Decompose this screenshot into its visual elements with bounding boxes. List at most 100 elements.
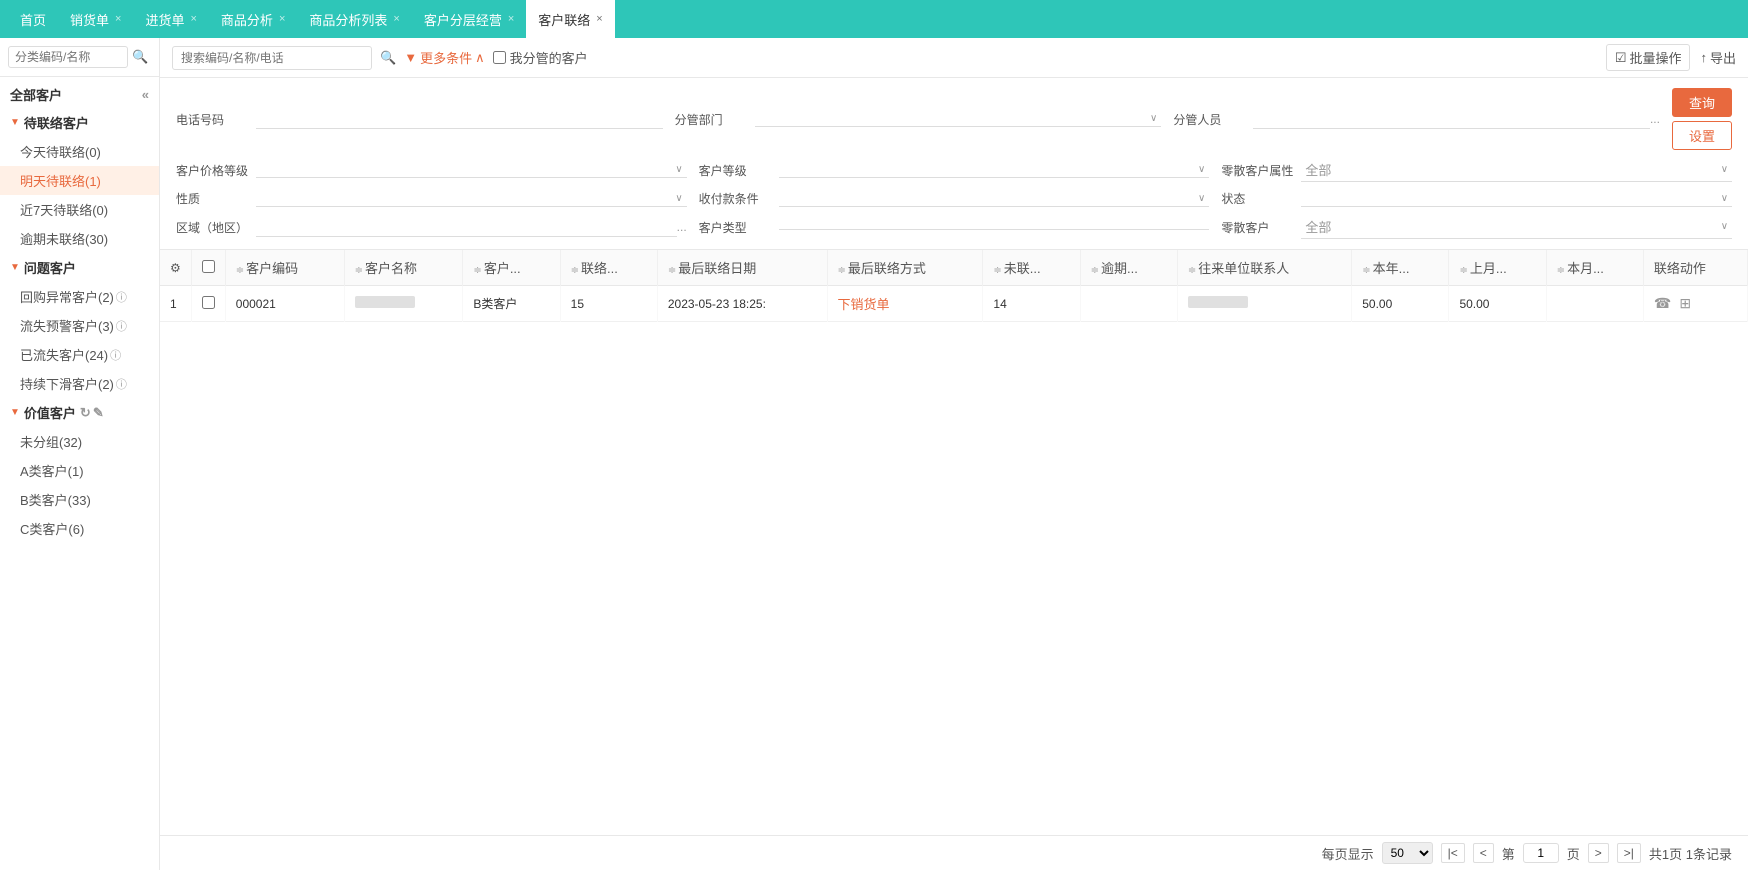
all-customers-section: 全部客户 « bbox=[0, 77, 159, 108]
cell-overdue bbox=[1080, 286, 1177, 322]
pending-today[interactable]: 今天待联络(0) bbox=[0, 137, 159, 166]
row-checkbox[interactable] bbox=[202, 296, 215, 309]
cell-last-contact-date: 2023-05-23 18:25: bbox=[657, 286, 827, 322]
grid-action-icon[interactable]: ⊞ bbox=[1679, 295, 1691, 312]
next-page-btn[interactable]: > bbox=[1588, 843, 1609, 863]
per-page-select[interactable]: 50 100 bbox=[1382, 842, 1433, 864]
contact-method-link[interactable]: 下销货单 bbox=[838, 297, 890, 312]
problem-lost[interactable]: 已流失客户(24) ⓘ bbox=[0, 340, 159, 369]
value-c-class[interactable]: C类客户(6) bbox=[0, 514, 159, 543]
nav-sales[interactable]: 销货单 × bbox=[58, 0, 133, 38]
select-all-checkbox[interactable] bbox=[202, 260, 215, 273]
col-checkbox[interactable] bbox=[191, 250, 225, 286]
pending-7days[interactable]: 近7天待联络(0) bbox=[0, 195, 159, 224]
prev-page-btn[interactable]: < bbox=[1473, 843, 1494, 863]
nav-customer-contact[interactable]: 客户联络 × bbox=[526, 0, 614, 38]
nav-purchase[interactable]: 进货单 × bbox=[133, 0, 208, 38]
value-a-class[interactable]: A类客户(1) bbox=[0, 456, 159, 485]
last-page-btn[interactable]: >| bbox=[1617, 843, 1641, 863]
toolbar-search-input[interactable] bbox=[172, 46, 372, 70]
export-btn[interactable]: ↑ 导出 bbox=[1700, 48, 1736, 67]
value-triangle-icon: ▼ bbox=[10, 407, 20, 418]
customer-type-select[interactable] bbox=[779, 225, 1210, 230]
batch-ops-btn[interactable]: ☑ 批量操作 bbox=[1606, 44, 1691, 71]
close-contact-icon[interactable]: × bbox=[596, 13, 602, 25]
customer-grade-select[interactable]: ∨ bbox=[779, 162, 1210, 178]
query-btn[interactable]: 查询 bbox=[1672, 88, 1732, 117]
gender-chevron: ∨ bbox=[675, 193, 682, 204]
cell-this-month bbox=[1546, 286, 1643, 322]
dept-select[interactable]: ∨ bbox=[755, 111, 1162, 127]
nav-product-analysis-list[interactable]: 商品分析列表 × bbox=[297, 0, 411, 38]
pending-tomorrow[interactable]: 明天待联络(1) bbox=[0, 166, 159, 195]
value-refresh-icon[interactable]: ↻ bbox=[80, 405, 91, 421]
area-label: 区域（地区） bbox=[176, 219, 256, 236]
col-this-year: ≑本年... bbox=[1352, 250, 1449, 286]
col-overdue: ≑逾期... bbox=[1080, 250, 1177, 286]
problem-warning[interactable]: 流失预警客户(3) ⓘ bbox=[0, 311, 159, 340]
my-customers-checkbox[interactable] bbox=[493, 51, 506, 64]
nav-customer-segment[interactable]: 客户分层经营 × bbox=[412, 0, 526, 38]
retail-customer-select[interactable]: 全部 ∨ bbox=[1301, 215, 1732, 239]
cell-contact-person bbox=[1177, 286, 1351, 322]
filter-more-btn[interactable]: ▼ 更多条件 ∧ bbox=[404, 48, 484, 67]
col-settings[interactable]: ⚙ bbox=[160, 250, 191, 286]
phone-label: 电话号码 bbox=[176, 111, 256, 128]
problem-triangle-icon: ▼ bbox=[10, 262, 20, 273]
col-uncontacted: ≑未联... bbox=[983, 250, 1080, 286]
pagination: 每页显示 50 100 |< < 第 页 > >| 共1页 1条记录 bbox=[160, 835, 1748, 870]
problem-declining[interactable]: 持续下滑客户(2) ⓘ bbox=[0, 369, 159, 398]
area-input[interactable] bbox=[256, 218, 677, 237]
value-b-class[interactable]: B类客户(33) bbox=[0, 485, 159, 514]
col-last-month: ≑上月... bbox=[1449, 250, 1546, 286]
cell-checkbox[interactable] bbox=[191, 286, 225, 322]
nav-product-analysis[interactable]: 商品分析 × bbox=[209, 0, 297, 38]
sidebar-search-icon[interactable]: 🔍 bbox=[132, 49, 148, 65]
contact-person-blurred bbox=[1188, 296, 1248, 308]
value-ungrouped[interactable]: 未分组(32) bbox=[0, 427, 159, 456]
status-label: 状态 bbox=[1221, 190, 1301, 207]
price-grade-select[interactable]: ∨ bbox=[256, 162, 687, 178]
close-product-list-icon[interactable]: × bbox=[393, 13, 399, 25]
content-area: 🔍 ▼ 更多条件 ∧ 我分管的客户 ☑ 批量操作 ↑ 导出 bbox=[160, 38, 1748, 870]
close-sales-icon[interactable]: × bbox=[115, 13, 121, 25]
toolbar-right: ☑ 批量操作 ↑ 导出 bbox=[1606, 44, 1736, 71]
problem-abnormal[interactable]: 回购异常客户(2) ⓘ bbox=[0, 282, 159, 311]
filter-action-btns: 查询 设置 bbox=[1672, 88, 1732, 150]
page-input[interactable] bbox=[1523, 843, 1559, 863]
retail-attr-select[interactable]: 全部 ∨ bbox=[1301, 158, 1732, 182]
close-purchase-icon[interactable]: × bbox=[190, 13, 196, 25]
filter-gender: 性质 ∨ bbox=[176, 190, 687, 207]
nav-home[interactable]: 首页 bbox=[8, 0, 58, 38]
manager-more-icon[interactable]: ... bbox=[1650, 112, 1660, 126]
col-contact-person: ≑往来单位联系人 bbox=[1177, 250, 1351, 286]
sidebar-search-input[interactable] bbox=[8, 46, 128, 68]
set-btn[interactable]: 设置 bbox=[1672, 121, 1732, 150]
payment-select[interactable]: ∨ bbox=[779, 191, 1210, 207]
dept-chevron-icon: ∨ bbox=[1150, 113, 1157, 124]
pending-overdue[interactable]: 逾期未联络(30) bbox=[0, 224, 159, 253]
manager-input[interactable] bbox=[1253, 110, 1650, 129]
value-edit-icon[interactable]: ✎ bbox=[93, 405, 104, 421]
status-select[interactable]: ∨ bbox=[1301, 191, 1732, 207]
first-page-btn[interactable]: |< bbox=[1441, 843, 1465, 863]
col-name: ≑客户名称 bbox=[344, 250, 463, 286]
col-last-contact-method: ≑最后联络方式 bbox=[827, 250, 983, 286]
cell-last-month: 50.00 bbox=[1449, 286, 1546, 322]
gender-label: 性质 bbox=[176, 190, 256, 207]
filter-panel: 电话号码 分管部门 ∨ 分管人员 ... 查询 设置 bbox=[160, 78, 1748, 250]
my-customers-checkbox-label[interactable]: 我分管的客户 bbox=[493, 48, 588, 67]
cell-last-contact-method[interactable]: 下销货单 bbox=[827, 286, 983, 322]
close-product-analysis-icon[interactable]: × bbox=[279, 13, 285, 25]
close-segment-icon[interactable]: × bbox=[508, 13, 514, 25]
phone-action-icon[interactable]: ☎ bbox=[1654, 295, 1671, 312]
filter-manager: 分管人员 ... bbox=[1173, 110, 1660, 129]
customer-table: ⚙ ≑客户编码 ≑客户名称 ≑客户... ≑联络... ≑最后联络日期 ≑最后联… bbox=[160, 250, 1748, 322]
collapse-icon[interactable]: « bbox=[142, 87, 149, 102]
pending-section-header: ▼ 待联络客户 bbox=[0, 108, 159, 137]
phone-input[interactable] bbox=[256, 110, 663, 129]
filter-icon: ▼ bbox=[404, 50, 417, 65]
toolbar-search-icon[interactable]: 🔍 bbox=[380, 50, 396, 66]
area-more-icon[interactable]: ... bbox=[677, 220, 687, 234]
gender-select[interactable]: ∨ bbox=[256, 191, 687, 207]
